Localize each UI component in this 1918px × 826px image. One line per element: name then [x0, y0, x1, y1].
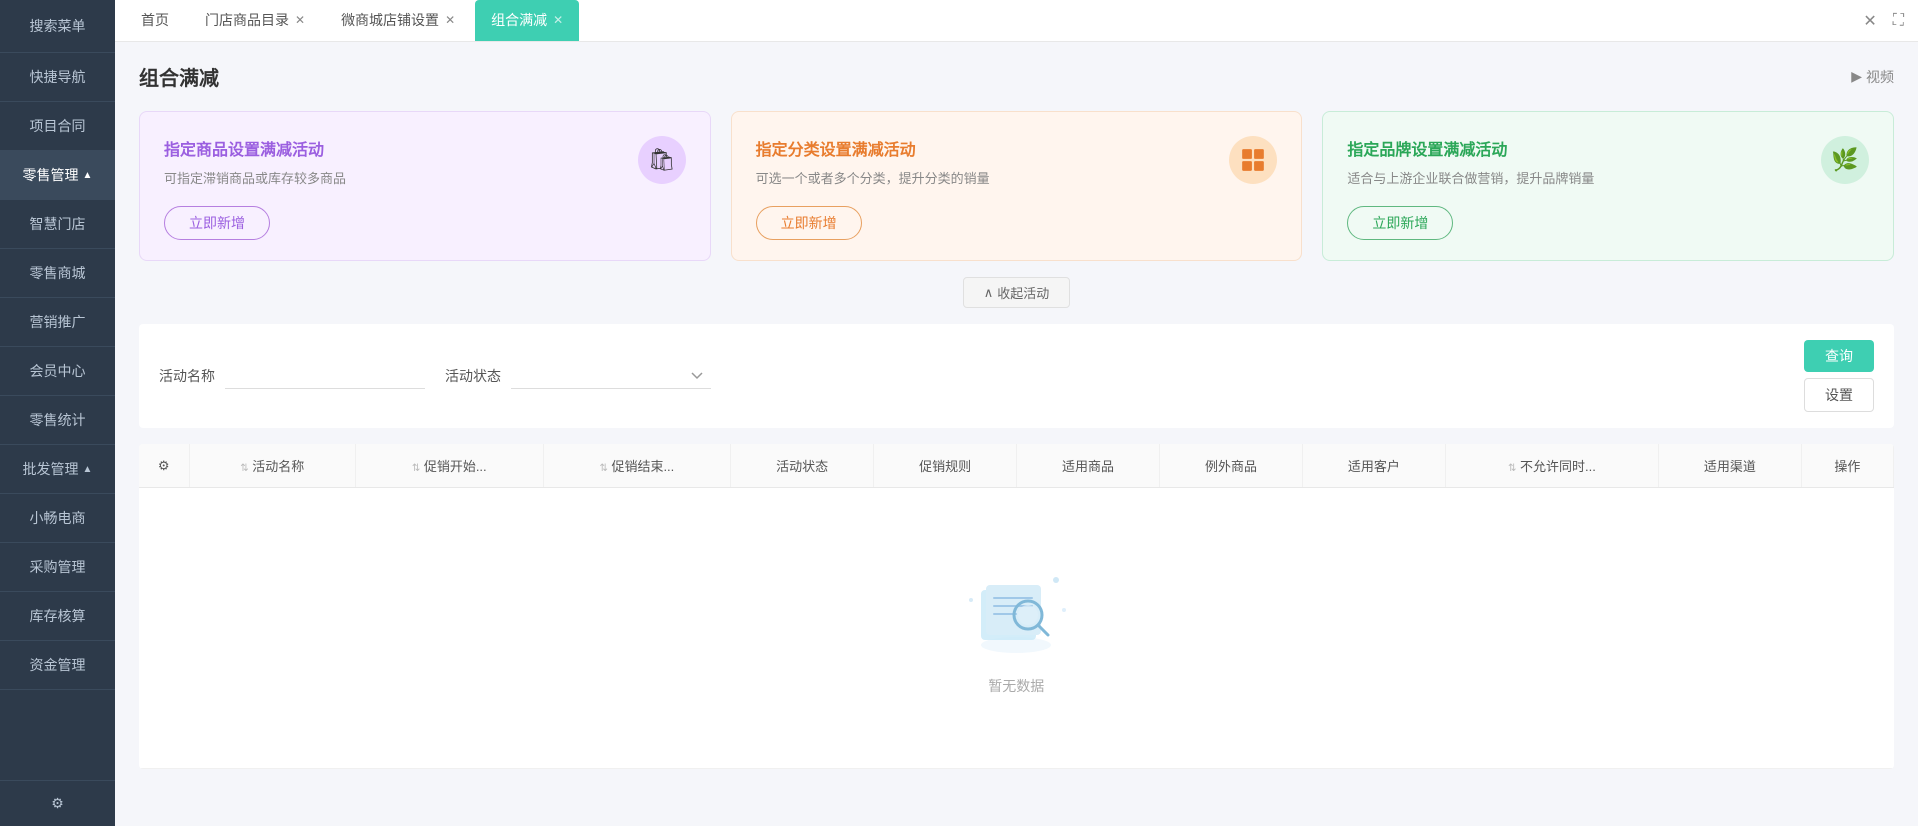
- close-window-button[interactable]: ✕: [1859, 7, 1880, 35]
- col-promo-end[interactable]: ⇅ 促销结束...: [543, 444, 731, 488]
- category-card-title: 指定分类设置满减活动: [756, 136, 1278, 160]
- sidebar-item-wholesale[interactable]: 批发管理 ▲: [0, 445, 115, 494]
- settings-button[interactable]: 设置: [1804, 378, 1874, 412]
- sidebar-item-retail-stats[interactable]: 零售统计: [0, 396, 115, 445]
- sidebar-item-inventory[interactable]: 库存核算: [0, 592, 115, 641]
- main-content: 首页 门店商品目录 ✕ 微商城店铺设置 ✕ 组合满减 ✕ ✕ ⛶ 组合满减: [115, 0, 1918, 826]
- sidebar-item-finance[interactable]: 资金管理: [0, 641, 115, 690]
- activity-name-label: 活动名称: [159, 366, 215, 386]
- page-content: 组合满减 ▶ 视频 🛍 指定商品设置满减活动 可指定滞销商品或库存较多商品 立即…: [115, 42, 1918, 826]
- brand-card-icon: 🌿: [1821, 136, 1869, 184]
- empty-state-cell: 暂无数据: [139, 488, 1894, 769]
- sidebar-item-project-contract[interactable]: 项目合同: [0, 102, 115, 151]
- sidebar-item-purchase[interactable]: 采购管理: [0, 543, 115, 592]
- brand-card-title: 指定品牌设置满减活动: [1347, 136, 1869, 160]
- col-promo-start[interactable]: ⇅ 促销开始...: [355, 444, 543, 488]
- close-tab-combo-discount[interactable]: ✕: [553, 13, 563, 27]
- table-settings-icon[interactable]: ⚙: [158, 458, 170, 473]
- col-activity-name[interactable]: ⇅ 活动名称: [189, 444, 355, 488]
- empty-state: 暂无数据: [149, 500, 1884, 756]
- col-activity-status: 活动状态: [731, 444, 874, 488]
- activity-name-field: 活动名称: [159, 364, 425, 389]
- empty-illustration: [956, 560, 1076, 660]
- add-brand-promo-button[interactable]: 立即新增: [1347, 206, 1453, 240]
- product-card-icon: 🛍: [638, 136, 686, 184]
- col-settings[interactable]: ⚙: [139, 444, 189, 488]
- collapse-icon: ∧: [984, 285, 994, 301]
- table-body: 暂无数据: [139, 488, 1894, 769]
- arrow-icon: ▲: [83, 170, 93, 181]
- tab-wechat-settings[interactable]: 微商城店铺设置 ✕: [325, 0, 471, 41]
- sort-icon: ⇅: [412, 463, 420, 474]
- sidebar-item-xiaochangec[interactable]: 小畅电商: [0, 494, 115, 543]
- activity-status-field: 活动状态 进行中 已结束 未开始: [445, 364, 711, 389]
- sort-icon: ⇅: [240, 463, 248, 474]
- category-card-desc: 可选一个或者多个分类，提升分类的销量: [756, 168, 1278, 190]
- brand-card-desc: 适合与上游企业联合做营销，提升品牌销量: [1347, 168, 1869, 190]
- arrow-icon: ▲: [83, 464, 93, 475]
- add-category-promo-button[interactable]: 立即新增: [756, 206, 862, 240]
- activity-status-select[interactable]: 进行中 已结束 未开始: [511, 364, 711, 389]
- table-container: ⚙ ⇅ 活动名称 ⇅ 促销开始... ⇅ 促销结束...: [139, 444, 1894, 769]
- col-not-allow-same[interactable]: ⇅ 不允许同时...: [1445, 444, 1658, 488]
- sidebar-settings[interactable]: ⚙: [0, 780, 115, 826]
- sidebar-item-smart-store[interactable]: 智慧门店: [0, 200, 115, 249]
- promo-card-by-category: 指定分类设置满减活动 可选一个或者多个分类，提升分类的销量 立即新增: [731, 111, 1303, 261]
- col-excluded-goods: 例外商品: [1159, 444, 1302, 488]
- col-promo-rule: 促销规则: [874, 444, 1017, 488]
- tab-combo-discount[interactable]: 组合满减 ✕: [475, 0, 579, 41]
- sidebar-item-retail-mall[interactable]: 零售商城: [0, 249, 115, 298]
- col-operation: 操作: [1801, 444, 1893, 488]
- close-tab-wechat-settings[interactable]: ✕: [445, 13, 455, 27]
- tab-actions: ✕ ⛶: [1859, 7, 1908, 35]
- page-title: 组合满减: [139, 62, 219, 91]
- promo-card-by-brand: 🌿 指定品牌设置满减活动 适合与上游企业联合做营销，提升品牌销量 立即新增: [1322, 111, 1894, 261]
- sidebar-item-quick-nav[interactable]: 快捷导航: [0, 53, 115, 102]
- category-card-icon: [1229, 136, 1277, 184]
- maximize-window-button[interactable]: ⛶: [1889, 8, 1908, 34]
- tabs: 首页 门店商品目录 ✕ 微商城店铺设置 ✕ 组合满减 ✕: [125, 0, 579, 41]
- page-header: 组合满减 ▶ 视频: [139, 62, 1894, 91]
- sidebar-item-member-center[interactable]: 会员中心: [0, 347, 115, 396]
- empty-text: 暂无数据: [988, 676, 1044, 696]
- tab-store-catalog[interactable]: 门店商品目录 ✕: [189, 0, 321, 41]
- sidebar-item-marketing[interactable]: 营销推广: [0, 298, 115, 347]
- data-table: ⚙ ⇅ 活动名称 ⇅ 促销开始... ⇅ 促销结束...: [139, 444, 1894, 769]
- video-link[interactable]: ▶ 视频: [1851, 67, 1894, 87]
- query-button[interactable]: 查询: [1804, 340, 1874, 372]
- add-product-promo-button[interactable]: 立即新增: [164, 206, 270, 240]
- sort-icon: ⇅: [1508, 463, 1516, 474]
- sidebar-search[interactable]: 搜索菜单: [0, 0, 115, 53]
- col-applicable-channel: 适用渠道: [1658, 444, 1801, 488]
- sidebar-item-retail-management[interactable]: 零售管理 ▲: [0, 151, 115, 200]
- promo-card-by-product: 🛍 指定商品设置满减活动 可指定滞销商品或库存较多商品 立即新增: [139, 111, 711, 261]
- cards-row: 🛍 指定商品设置满减活动 可指定滞销商品或库存较多商品 立即新增 指定分类设置满…: [139, 111, 1894, 261]
- empty-row: 暂无数据: [139, 488, 1894, 769]
- close-tab-store-catalog[interactable]: ✕: [295, 13, 305, 27]
- sidebar: 搜索菜单 快捷导航 项目合同 零售管理 ▲ 智慧门店 零售商城 营销推广 会员中…: [0, 0, 115, 826]
- table-header-row: ⚙ ⇅ 活动名称 ⇅ 促销开始... ⇅ 促销结束...: [139, 444, 1894, 488]
- collapse-activities-button[interactable]: ∧ 收起活动: [963, 277, 1071, 308]
- activity-name-input[interactable]: [225, 364, 425, 389]
- sort-icon: ⇅: [599, 463, 607, 474]
- col-applicable-customer: 适用客户: [1302, 444, 1445, 488]
- product-card-desc: 可指定滞销商品或库存较多商品: [164, 168, 686, 190]
- search-bar: 活动名称 活动状态 进行中 已结束 未开始 查询 设置: [139, 324, 1894, 428]
- col-applicable-goods: 适用商品: [1017, 444, 1160, 488]
- play-icon: ▶: [1851, 68, 1862, 85]
- gear-icon: ⚙: [51, 795, 64, 811]
- product-card-title: 指定商品设置满减活动: [164, 136, 686, 160]
- activity-status-label: 活动状态: [445, 366, 501, 386]
- tab-home[interactable]: 首页: [125, 0, 185, 41]
- collapse-row: ∧ 收起活动: [139, 277, 1894, 308]
- search-actions: 查询 设置: [1804, 340, 1874, 412]
- tab-bar: 首页 门店商品目录 ✕ 微商城店铺设置 ✕ 组合满减 ✕ ✕ ⛶: [115, 0, 1918, 42]
